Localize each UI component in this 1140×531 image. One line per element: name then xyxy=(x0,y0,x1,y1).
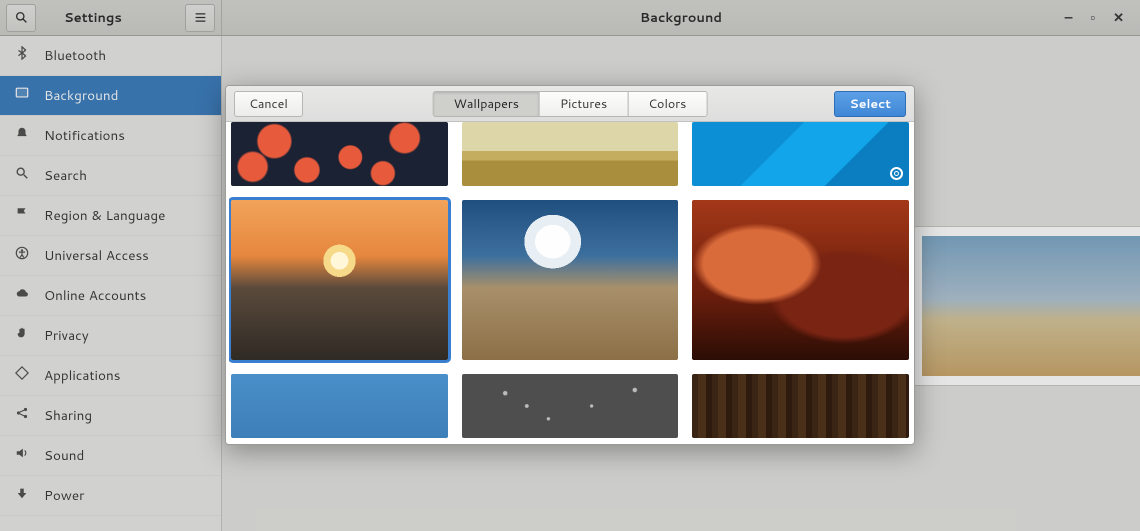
wallpaper-thumb-ocean[interactable] xyxy=(231,200,448,360)
tab-colors[interactable]: Colors xyxy=(627,92,706,116)
wallpaper-thumb-grey-dots[interactable] xyxy=(462,374,679,438)
dialog-header: Cancel WallpapersPicturesColors Select xyxy=(226,86,914,122)
wallpaper-chooser-dialog: Cancel WallpapersPicturesColors Select xyxy=(225,85,915,445)
select-button[interactable]: Select xyxy=(834,91,906,117)
wallpaper-grid xyxy=(229,122,911,444)
wallpaper-thumb-farm[interactable] xyxy=(462,122,679,186)
tab-switcher: WallpapersPicturesColors xyxy=(433,91,708,117)
wallpaper-thumb-flowers[interactable] xyxy=(231,122,448,186)
wallpaper-thumb-blue-geo[interactable] xyxy=(692,122,909,186)
wallpaper-thumb-blue-flat[interactable] xyxy=(231,374,448,438)
slideshow-badge-icon xyxy=(890,167,903,180)
tab-pictures[interactable]: Pictures xyxy=(539,92,627,116)
tab-wallpapers[interactable]: Wallpapers xyxy=(434,92,539,116)
wallpaper-thumb-canyon[interactable] xyxy=(692,200,909,360)
cancel-button[interactable]: Cancel xyxy=(234,91,303,117)
wallpaper-thumb-desert[interactable] xyxy=(462,200,679,360)
wallpaper-thumb-wood[interactable] xyxy=(692,374,909,438)
